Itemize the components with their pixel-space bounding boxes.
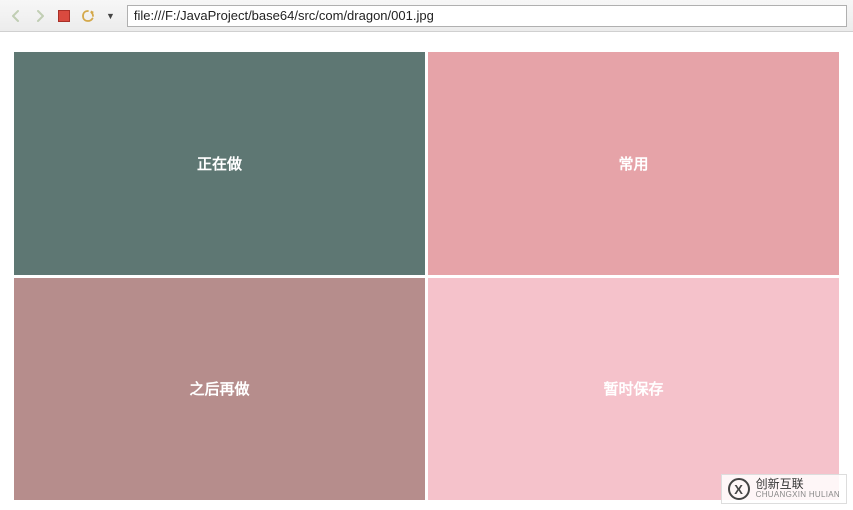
tile-later[interactable]: 之后再做 <box>14 278 425 501</box>
watermark-logo-icon: X <box>728 478 750 500</box>
nav-dropdown[interactable]: ▼ <box>102 11 119 21</box>
address-input[interactable] <box>127 5 847 27</box>
tile-label: 常用 <box>618 153 648 174</box>
tile-label: 暂时保存 <box>603 378 663 399</box>
tile-save[interactable]: 暂时保存 <box>428 278 839 501</box>
arrow-left-icon <box>9 9 23 23</box>
watermark-logo-letter: X <box>734 482 743 497</box>
tile-grid: 正在做 常用 之后再做 暂时保存 <box>14 52 839 500</box>
watermark-en: CHUANGXIN HULIAN <box>756 491 840 500</box>
content-area: 正在做 常用 之后再做 暂时保存 <box>0 32 853 510</box>
tile-frequent[interactable]: 常用 <box>428 52 839 275</box>
back-button[interactable] <box>6 6 26 26</box>
refresh-button[interactable] <box>78 6 98 26</box>
tile-label: 之后再做 <box>189 378 249 399</box>
watermark: X 创新互联 CHUANGXIN HULIAN <box>721 474 847 504</box>
stop-icon <box>58 10 70 22</box>
tile-label: 正在做 <box>197 153 242 174</box>
tile-doing[interactable]: 正在做 <box>14 52 425 275</box>
refresh-icon <box>80 8 96 24</box>
forward-button[interactable] <box>30 6 50 26</box>
watermark-text: 创新互联 CHUANGXIN HULIAN <box>756 478 840 500</box>
browser-toolbar: ▼ <box>0 0 853 32</box>
arrow-right-icon <box>33 9 47 23</box>
stop-button[interactable] <box>54 6 74 26</box>
